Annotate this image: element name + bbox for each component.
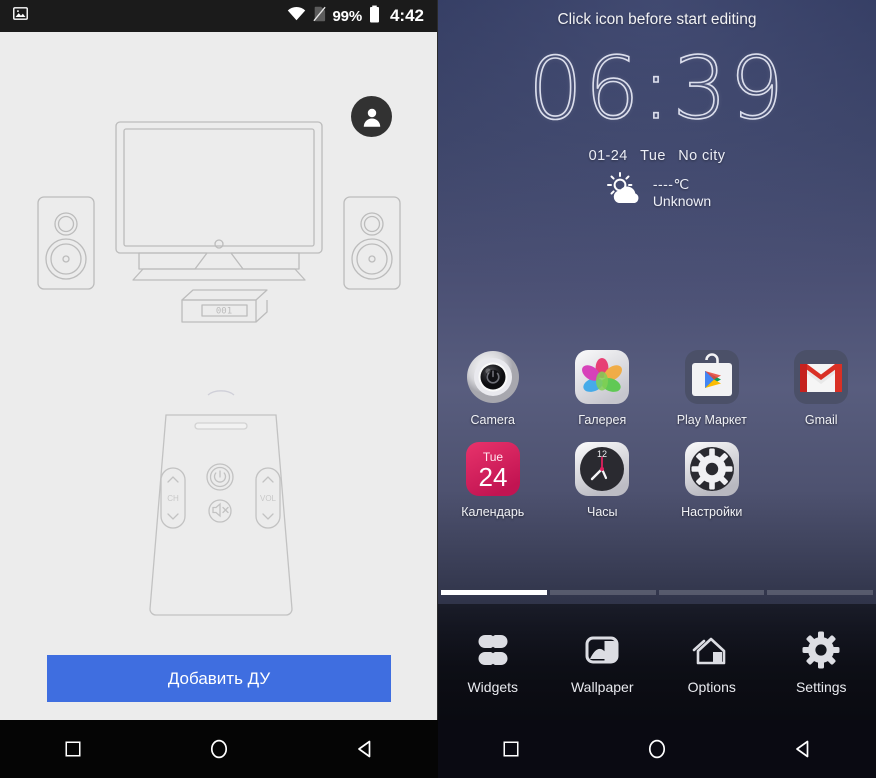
app-label: Play Маркет — [676, 413, 747, 427]
square-recents-icon[interactable] — [481, 720, 541, 778]
settop-display-text: 001 — [216, 307, 232, 317]
add-remote-button[interactable]: Добавить ДУ — [47, 655, 391, 702]
app-label: Gmail — [804, 413, 838, 427]
left-phone-screen: 99% 4:42 001 CH VOL Добавить ДУ — [0, 0, 438, 778]
home-theater-illustration: 001 — [0, 32, 438, 352]
settings-app-icon — [683, 440, 741, 498]
right-navigation-bar — [438, 720, 876, 778]
weather-text-block: ----℃ Unknown — [653, 176, 711, 210]
app-grid: Camera Галерея Play Маркет Gmail Tue 24 … — [438, 348, 876, 519]
app-calendar[interactable]: Tue 24 Календарь — [438, 440, 548, 519]
circle-home-icon[interactable] — [627, 720, 687, 778]
app-settings[interactable]: Настройки — [657, 440, 767, 519]
edit-mode-hint: Click icon before start editing — [557, 11, 757, 28]
status-bar: 99% 4:42 — [0, 0, 438, 32]
toolbar-wallpaper[interactable]: Wallpaper — [548, 629, 658, 695]
page-indicator-bar-3[interactable] — [658, 590, 765, 595]
remote-ch-label: CH — [167, 494, 179, 503]
battery-percent-label: 99% — [332, 7, 363, 25]
clock-app-icon: 12 — [573, 440, 631, 498]
app-label: Календарь — [461, 505, 525, 519]
pane-divider — [437, 0, 438, 720]
app-label: Настройки — [681, 505, 743, 519]
wallpaper-icon — [583, 629, 621, 671]
remote-body — [149, 414, 293, 616]
toolbar-label: Widgets — [467, 679, 519, 695]
right-phone-screen: Click icon before start editing 06:39 01… — [438, 0, 876, 778]
sun-cloud-icon — [603, 172, 647, 213]
date-city-row: 01-24 Tue No city — [438, 148, 876, 164]
dual-screenshot-container: 99% 4:42 001 CH VOL Добавить ДУ Click ic… — [0, 0, 876, 778]
toolbar-label: Options — [687, 679, 736, 695]
app-gallery[interactable]: Галерея — [548, 348, 658, 427]
circle-home-icon[interactable] — [189, 720, 249, 778]
page-indicator-bar-1[interactable] — [441, 590, 547, 595]
app-label: Галерея — [578, 413, 627, 427]
lockscreen-clock[interactable]: 06:39 — [438, 45, 876, 133]
gmail-app-icon — [792, 348, 850, 406]
battery-full-icon — [369, 5, 380, 28]
left-navigation-bar — [0, 720, 438, 778]
page-indicator-bar-4[interactable] — [767, 590, 873, 595]
toolbar-label: Wallpaper — [570, 679, 634, 695]
gear-settings-icon — [802, 629, 840, 671]
camera-app-icon — [464, 348, 522, 406]
status-bar-notifications — [12, 5, 29, 27]
edit-toolbar: Widgets Wallpaper Options Settings — [438, 604, 876, 720]
weather-widget[interactable]: ----℃ Unknown — [438, 172, 876, 213]
status-bar-indicators: 99% 4:42 — [287, 5, 428, 28]
toolbar-label: Settings — [795, 679, 847, 695]
app-play-store[interactable]: Play Маркет — [657, 348, 767, 427]
weather-condition: Unknown — [652, 192, 712, 209]
weather-temperature: ----℃ — [652, 175, 690, 192]
television-icon — [115, 121, 323, 254]
app-label: Camera — [470, 413, 515, 427]
page-indicator-bar-2[interactable] — [549, 590, 656, 595]
left-content-area: 001 CH VOL Добавить ДУ — [0, 32, 438, 778]
speaker-icon — [343, 196, 401, 290]
widgets-icon — [474, 629, 512, 671]
triangle-back-icon[interactable] — [773, 720, 833, 778]
remote-vol-label: VOL — [260, 494, 277, 503]
date-label: 01-24 — [588, 148, 628, 164]
toolbar-settings[interactable]: Settings — [767, 629, 876, 695]
app-clock[interactable]: 12 Часы — [548, 440, 658, 519]
home-options-icon — [692, 629, 732, 671]
speaker-icon — [37, 196, 95, 290]
no-sim-icon — [312, 6, 326, 27]
play-store-app-icon — [683, 348, 741, 406]
calendar-day: 24 — [478, 462, 507, 492]
wifi-icon — [287, 6, 306, 26]
app-camera[interactable]: Camera — [438, 348, 548, 427]
remote-control-illustration: CH VOL — [120, 387, 320, 627]
square-recents-icon[interactable] — [43, 720, 103, 778]
status-bar-clock: 4:42 — [389, 6, 424, 25]
app-gmail[interactable]: Gmail — [767, 348, 876, 427]
calendar-app-icon: Tue 24 — [464, 440, 522, 498]
gallery-app-icon — [573, 348, 631, 406]
city-label: No city — [678, 148, 726, 164]
weekday-label: Tue — [640, 148, 666, 164]
triangle-back-icon[interactable] — [335, 720, 395, 778]
app-row: Tue 24 Календарь 12 Часы Настройки — [438, 440, 876, 519]
app-label: Часы — [586, 505, 618, 519]
toolbar-widgets[interactable]: Widgets — [438, 629, 548, 695]
image-icon — [12, 5, 29, 27]
toolbar-options[interactable]: Options — [657, 629, 767, 695]
app-row: Camera Галерея Play Маркет Gmail — [438, 348, 876, 427]
page-indicator[interactable] — [438, 590, 876, 595]
